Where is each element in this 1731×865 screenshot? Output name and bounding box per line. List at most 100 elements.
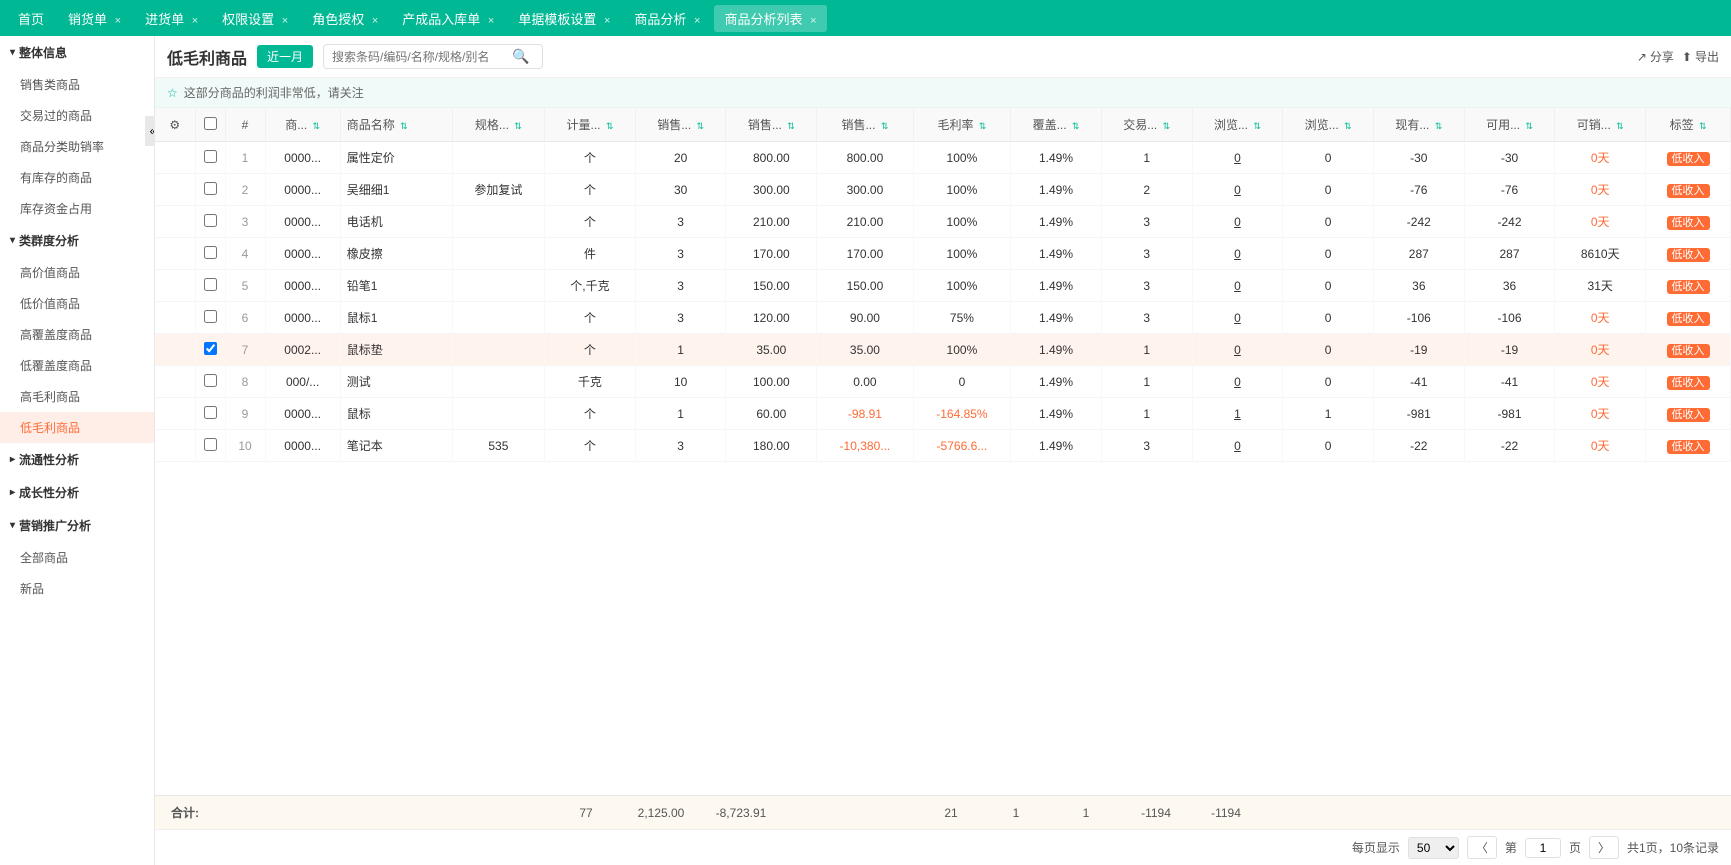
col-trade-count[interactable]: 交易... ⇅ xyxy=(1101,108,1192,142)
next-page-button[interactable]: 〉 xyxy=(1589,836,1619,859)
cell-view1[interactable]: 0 xyxy=(1192,142,1283,174)
nav-item-product-entry[interactable]: 产成品入库单 × xyxy=(392,5,504,32)
sidebar-section-cluster[interactable]: ▾ 类群度分析 xyxy=(0,224,154,257)
sidebar-item-all-products[interactable]: 全部商品 xyxy=(0,542,154,573)
cell-checkbox[interactable] xyxy=(195,430,225,462)
row-checkbox[interactable] xyxy=(204,310,217,323)
close-icon[interactable]: × xyxy=(115,15,121,27)
sidebar-section-growth[interactable]: ▸ 成长性分析 xyxy=(0,476,154,509)
sidebar-section-label: 类群度分析 xyxy=(19,232,79,249)
close-icon[interactable]: × xyxy=(604,15,610,27)
col-name[interactable]: 商品名称 ⇅ xyxy=(340,108,452,142)
cell-view1[interactable]: 1 xyxy=(1192,398,1283,430)
row-checkbox[interactable] xyxy=(204,246,217,259)
cell-view1[interactable]: 0 xyxy=(1192,206,1283,238)
close-icon[interactable]: × xyxy=(694,15,700,27)
cell-checkbox[interactable] xyxy=(195,174,225,206)
share-button[interactable]: ↗ 分享 xyxy=(1637,48,1674,65)
sidebar-item-category-rate[interactable]: 商品分类助销率 xyxy=(0,131,154,162)
col-saleable[interactable]: 可销... ⇅ xyxy=(1555,108,1646,142)
col-sales-qty[interactable]: 销售... ⇅ xyxy=(635,108,726,142)
col-current-stock[interactable]: 现有... ⇅ xyxy=(1373,108,1464,142)
cell-tag: 低收入 xyxy=(1646,366,1731,398)
sidebar-item-low-margin[interactable]: 低毛利商品 xyxy=(0,412,154,443)
cell-name: 电话机 xyxy=(340,206,452,238)
search-input[interactable] xyxy=(332,50,512,64)
sidebar-section-marketing[interactable]: ▾ 营销推广分析 xyxy=(0,509,154,542)
sidebar-item-high-value[interactable]: 高价值商品 xyxy=(0,257,154,288)
col-gross-rate[interactable]: 毛利率 ⇅ xyxy=(913,108,1011,142)
close-icon[interactable]: × xyxy=(192,15,198,27)
cell-view1[interactable]: 0 xyxy=(1192,302,1283,334)
page-number-input[interactable] xyxy=(1525,838,1561,858)
row-checkbox[interactable] xyxy=(204,374,217,387)
prev-page-button[interactable]: 〈 xyxy=(1467,836,1497,859)
col-code[interactable]: 商... ⇅ xyxy=(265,108,340,142)
close-icon[interactable]: × xyxy=(372,15,378,27)
sidebar-item-low-value[interactable]: 低价值商品 xyxy=(0,288,154,319)
col-settings[interactable]: ⚙ xyxy=(155,108,195,142)
cell-view1[interactable]: 0 xyxy=(1192,238,1283,270)
select-all-checkbox[interactable] xyxy=(204,117,217,130)
cell-checkbox[interactable] xyxy=(195,142,225,174)
nav-item-permissions[interactable]: 权限设置 × xyxy=(212,5,298,32)
sidebar-item-sales-products[interactable]: 销售类商品 xyxy=(0,69,154,100)
cell-view1[interactable]: 0 xyxy=(1192,174,1283,206)
col-view2[interactable]: 浏览... ⇅ xyxy=(1283,108,1374,142)
nav-item-home[interactable]: 首页 xyxy=(8,5,54,32)
sidebar-item-traded-products[interactable]: 交易过的商品 xyxy=(0,100,154,131)
sidebar-item-high-margin[interactable]: 高毛利商品 xyxy=(0,381,154,412)
cell-saleable: 0天 xyxy=(1555,366,1646,398)
col-spec[interactable]: 规格... ⇅ xyxy=(452,108,544,142)
page-size-select[interactable]: 50 100 200 xyxy=(1408,837,1459,859)
cell-checkbox[interactable] xyxy=(195,398,225,430)
col-tag[interactable]: 标签 ⇅ xyxy=(1646,108,1731,142)
col-sales-price[interactable]: 销售... ⇅ xyxy=(726,108,817,142)
col-sales-amount[interactable]: 销售... ⇅ xyxy=(817,108,913,142)
cell-view1[interactable]: 0 xyxy=(1192,366,1283,398)
export-button[interactable]: ⬆ 导出 xyxy=(1682,48,1719,65)
cell-checkbox[interactable] xyxy=(195,206,225,238)
cell-checkbox[interactable] xyxy=(195,334,225,366)
col-cover-rate[interactable]: 覆盖... ⇅ xyxy=(1011,108,1102,142)
col-no[interactable]: # xyxy=(225,108,265,142)
close-icon[interactable]: × xyxy=(282,15,288,27)
sidebar-section-overall[interactable]: ▾ 整体信息 xyxy=(0,36,154,69)
sidebar-item-low-coverage[interactable]: 低覆盖度商品 xyxy=(0,350,154,381)
nav-item-template[interactable]: 单据模板设置 × xyxy=(508,5,620,32)
cell-view1[interactable]: 0 xyxy=(1192,334,1283,366)
nav-item-role-auth[interactable]: 角色授权 × xyxy=(302,5,388,32)
cell-view1[interactable]: 0 xyxy=(1192,270,1283,302)
close-icon[interactable]: × xyxy=(488,15,494,27)
cell-checkbox[interactable] xyxy=(195,238,225,270)
sidebar-item-high-coverage[interactable]: 高覆盖度商品 xyxy=(0,319,154,350)
sidebar-item-in-stock[interactable]: 有库存的商品 xyxy=(0,162,154,193)
row-checkbox[interactable] xyxy=(204,406,217,419)
sidebar-section-flow[interactable]: ▸ 流通性分析 xyxy=(0,443,154,476)
cell-checkbox[interactable] xyxy=(195,270,225,302)
cell-view1[interactable]: 0 xyxy=(1192,430,1283,462)
row-checkbox[interactable] xyxy=(204,150,217,163)
row-checkbox[interactable] xyxy=(204,342,217,355)
nav-item-product-analysis[interactable]: 商品分析 × xyxy=(624,5,710,32)
nav-item-purchase[interactable]: 进货单 × xyxy=(135,5,208,32)
sidebar-item-new-products[interactable]: 新品 xyxy=(0,573,154,604)
col-checkbox[interactable] xyxy=(195,108,225,142)
row-checkbox[interactable] xyxy=(204,438,217,451)
row-checkbox[interactable] xyxy=(204,182,217,195)
page-label-post: 页 xyxy=(1569,839,1581,856)
search-icon[interactable]: 🔍 xyxy=(512,48,529,65)
col-view1[interactable]: 浏览... ⇅ xyxy=(1192,108,1283,142)
row-checkbox[interactable] xyxy=(204,278,217,291)
close-icon[interactable]: × xyxy=(810,15,816,27)
col-unit[interactable]: 计量... ⇅ xyxy=(545,108,636,142)
row-checkbox[interactable] xyxy=(204,214,217,227)
cell-checkbox[interactable] xyxy=(195,366,225,398)
col-available[interactable]: 可用... ⇅ xyxy=(1464,108,1555,142)
sidebar-collapse-btn[interactable]: « xyxy=(145,116,155,146)
cell-checkbox[interactable] xyxy=(195,302,225,334)
sidebar-item-capital[interactable]: 库存资金占用 xyxy=(0,193,154,224)
nav-item-sales[interactable]: 销货单 × xyxy=(58,5,131,32)
nav-item-analysis-list[interactable]: 商品分析列表 × xyxy=(714,5,826,32)
date-filter-button[interactable]: 近一月 xyxy=(257,45,313,68)
